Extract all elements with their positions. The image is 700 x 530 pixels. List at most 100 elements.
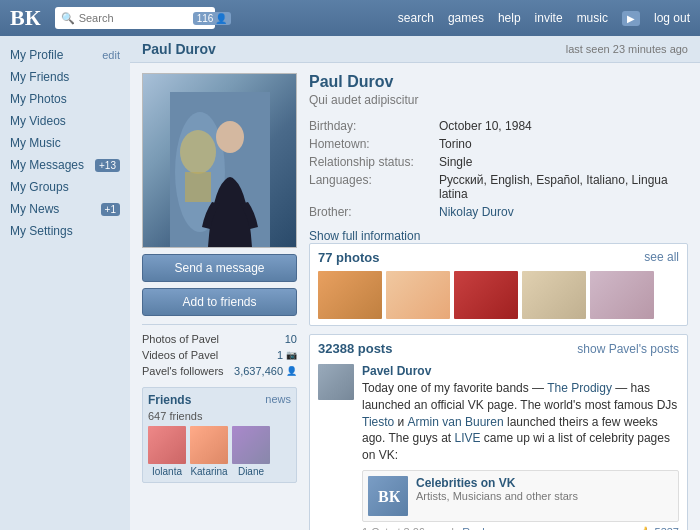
post-content: Pavel Durov Today one of my favorite ban…: [362, 364, 679, 530]
friends-grid: Iolanta Katarina Diane: [148, 426, 291, 477]
add-to-friends-button[interactable]: Add to friends: [142, 288, 297, 316]
friends-news-link[interactable]: news: [265, 393, 291, 407]
sidebar-item-mynews[interactable]: My News +1: [0, 198, 130, 220]
main-layout: My Profile edit My Friends My Photos My …: [0, 36, 700, 530]
photo-thumb-5[interactable]: [590, 271, 654, 319]
brother-link[interactable]: Nikolay Durov: [439, 205, 514, 219]
like-number: 5337: [655, 526, 679, 530]
friend-avatar-katarina: [190, 426, 228, 464]
friends-header: Friends news: [148, 393, 291, 407]
friend-avatar-iolanta: [148, 426, 186, 464]
sidebar-item-myvideos[interactable]: My Videos: [0, 110, 130, 132]
armin-link[interactable]: Armin van Buuren: [408, 415, 504, 429]
photo-thumb-3[interactable]: [454, 271, 518, 319]
vk-logo: ВК: [10, 5, 41, 31]
nav-invite[interactable]: invite: [535, 11, 563, 26]
friends-section: Friends news 647 friends Iolanta Katarin…: [142, 387, 297, 483]
friend-avatar-diane: [232, 426, 270, 464]
shared-subtitle: Artists, Musicians and other stars: [416, 490, 578, 502]
posts-header: 32388 posts show Pavel's posts: [318, 341, 679, 356]
sidebar-item-myprofile[interactable]: My Profile edit: [0, 44, 130, 66]
sidebar-item-myfriends[interactable]: My Friends: [0, 66, 130, 88]
friend-item-iolanta[interactable]: Iolanta: [148, 426, 186, 477]
prodigy-link[interactable]: The Prodigy: [547, 381, 612, 395]
languages-row: Languages: Русский, English, Español, It…: [309, 171, 688, 203]
photos-header: 77 photos see all: [318, 250, 679, 265]
sidebar-edit-link[interactable]: edit: [102, 49, 120, 61]
friend-name-diane: Diane: [232, 466, 270, 477]
friend-item-diane[interactable]: Diane: [232, 426, 270, 477]
profile-right: Paul Durov Qui audet adipiscitur Birthda…: [309, 73, 688, 530]
shared-block[interactable]: ВК Celebrities on VK Artists, Musicians …: [362, 470, 679, 522]
like-count: 👍 5337: [638, 526, 679, 530]
nav-music[interactable]: music: [577, 11, 608, 26]
shared-info: Celebrities on VK Artists, Musicians and…: [416, 476, 578, 516]
nav-help[interactable]: help: [498, 11, 521, 26]
header: ВК 🔍 116 👤 search games help invite musi…: [0, 0, 700, 36]
news-badge: +1: [101, 203, 120, 216]
person-icon: 👤: [215, 13, 227, 24]
like-icon: 👍: [638, 526, 652, 530]
posts-count: 32388 posts: [318, 341, 392, 356]
sidebar-item-mymessages[interactable]: My Messages +13: [0, 154, 130, 176]
hometown-row: Hometown: Torino: [309, 135, 688, 153]
photo-thumb-1[interactable]: [318, 271, 382, 319]
post-text: Today one of my favorite bands — The Pro…: [362, 380, 679, 464]
live-link[interactable]: LIVE: [455, 431, 481, 445]
profile-name-bar: Paul Durov: [142, 41, 216, 57]
header-nav: search games help invite music ▶ log out: [398, 11, 690, 26]
vk-icon: ВК: [376, 484, 400, 508]
shared-title: Celebrities on VK: [416, 476, 578, 490]
sidebar-item-mymusic[interactable]: My Music: [0, 132, 130, 154]
avatar-image: [170, 92, 270, 247]
play-button[interactable]: ▶: [622, 11, 640, 26]
photos-section: 77 photos see all: [309, 243, 688, 326]
nav-logout[interactable]: log out: [654, 11, 690, 26]
post-author-avatar: [318, 364, 354, 400]
nav-games[interactable]: games: [448, 11, 484, 26]
profile-tagline: Qui audet adipiscitur: [309, 93, 688, 107]
shared-icon: ВК: [368, 476, 408, 516]
svg-point-4: [216, 121, 244, 153]
profile-left: Send a message Add to friends Photos of …: [142, 73, 297, 530]
avatar: [142, 73, 297, 248]
sidebar-item-mysettings[interactable]: My Settings: [0, 220, 130, 242]
photos-see-all-link[interactable]: see all: [644, 250, 679, 265]
svg-text:ВК: ВК: [378, 488, 400, 505]
show-posts-link[interactable]: show Pavel's posts: [577, 342, 679, 356]
birthday-row: Birthday: October 10, 1984: [309, 117, 688, 135]
show-full-info-link[interactable]: Show full information: [309, 229, 688, 243]
photos-of-pavel-stat: Photos of Pavel 10: [142, 331, 297, 347]
friends-title: Friends: [148, 393, 191, 407]
brother-row: Brother: Nikolay Durov: [309, 203, 688, 221]
profile-body: Send a message Add to friends Photos of …: [130, 63, 700, 530]
sidebar: My Profile edit My Friends My Photos My …: [0, 36, 130, 530]
search-bar: 🔍 116 👤: [55, 7, 215, 29]
tiesto-link[interactable]: Tiesto: [362, 415, 394, 429]
user-count: 116 👤: [193, 12, 232, 25]
friend-item-katarina[interactable]: Katarina: [190, 426, 228, 477]
post-date: 1 Oct at 3:06 pm: [362, 526, 443, 530]
content: Paul Durov last seen 23 minutes ago: [130, 36, 700, 530]
sidebar-item-mygroups[interactable]: My Groups: [0, 176, 130, 198]
photos-grid: [318, 271, 679, 319]
photos-count: 77 photos: [318, 250, 379, 265]
sidebar-item-myphotos[interactable]: My Photos: [0, 88, 130, 110]
relationship-row: Relationship status: Single: [309, 153, 688, 171]
send-message-button[interactable]: Send a message: [142, 254, 297, 282]
followers-stat: Pavel's followers 3,637,460 👤: [142, 363, 297, 379]
profile-stats: Photos of Pavel 10 Videos of Pavel 1 📷 P…: [142, 324, 297, 379]
search-input[interactable]: [79, 12, 189, 24]
nav-search[interactable]: search: [398, 11, 434, 26]
post-reply-link[interactable]: Reply: [462, 526, 490, 530]
svg-rect-3: [185, 172, 211, 202]
profile-header-bar: Paul Durov last seen 23 minutes ago: [130, 36, 700, 63]
photo-thumb-2[interactable]: [386, 271, 450, 319]
posts-section: 32388 posts show Pavel's posts Pavel Dur…: [309, 334, 688, 530]
friend-name-iolanta: Iolanta: [148, 466, 186, 477]
photo-thumb-4[interactable]: [522, 271, 586, 319]
post-divider: |: [451, 526, 454, 530]
post-item: Pavel Durov Today one of my favorite ban…: [318, 364, 679, 530]
info-table: Birthday: October 10, 1984 Hometown: Tor…: [309, 117, 688, 221]
messages-badge: +13: [95, 159, 120, 172]
